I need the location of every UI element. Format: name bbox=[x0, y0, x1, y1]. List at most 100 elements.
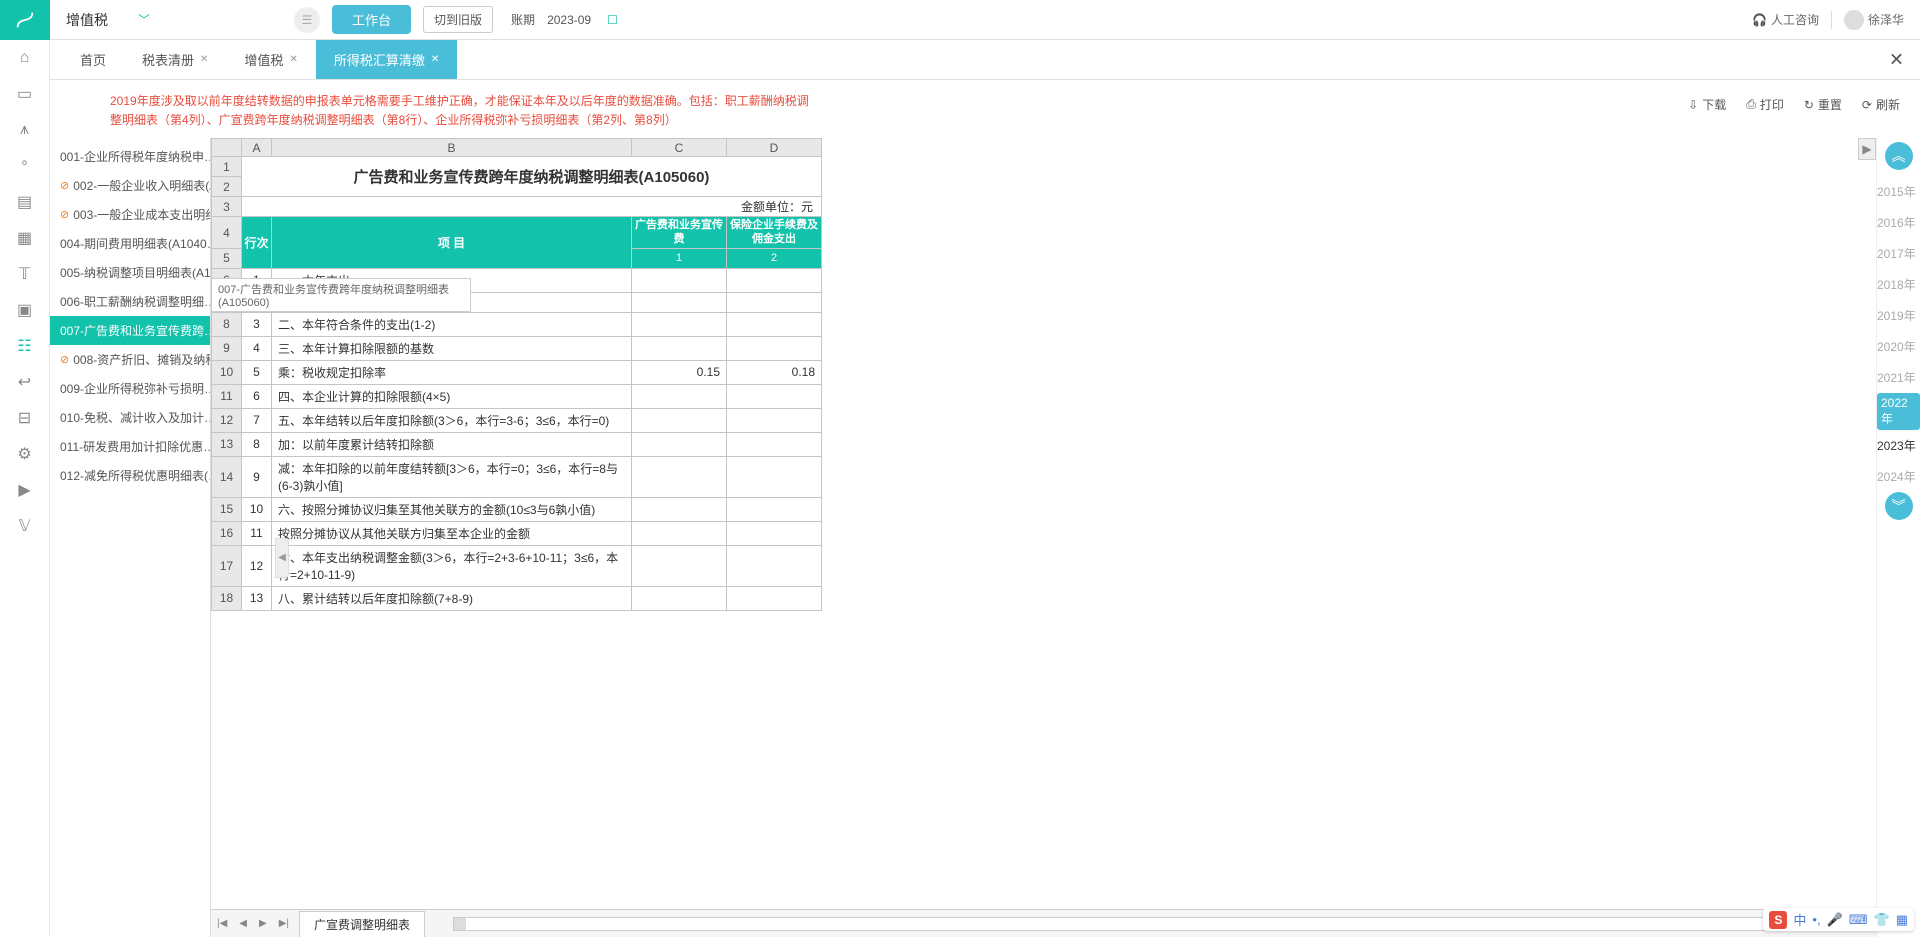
nav-tray-icon[interactable]: ⊟ bbox=[0, 400, 50, 436]
value-cell-c[interactable] bbox=[632, 384, 727, 408]
reset-button[interactable]: ↻重置 bbox=[1804, 96, 1842, 113]
form-list-item[interactable]: 007-广告费和业务宣传费跨… bbox=[50, 316, 210, 345]
ime-skin-icon[interactable]: 👕 bbox=[1874, 912, 1890, 928]
value-cell-d[interactable] bbox=[727, 586, 822, 610]
horizontal-scrollbar[interactable] bbox=[453, 917, 1868, 931]
refresh-button[interactable]: ⟳刷新 bbox=[1862, 96, 1900, 113]
value-cell-d[interactable] bbox=[727, 456, 822, 497]
ime-lang[interactable]: 中 bbox=[1793, 910, 1806, 929]
form-list-item[interactable]: 010-免税、减计收入及加计… bbox=[50, 403, 210, 432]
switch-old-button[interactable]: 切到旧版 bbox=[423, 6, 493, 33]
calendar-icon[interactable]: ☐ bbox=[607, 13, 618, 27]
year-item[interactable]: 2024年 bbox=[1877, 461, 1920, 492]
value-cell-c[interactable] bbox=[632, 545, 727, 586]
value-cell-c[interactable] bbox=[632, 268, 727, 292]
form-list-item[interactable]: 001-企业所得税年度纳税申… bbox=[50, 142, 210, 171]
row-header[interactable]: 14 bbox=[212, 456, 242, 497]
sheet-nav-next-icon[interactable]: ▶ bbox=[253, 918, 273, 929]
row-header[interactable]: 10 bbox=[212, 360, 242, 384]
form-list-item[interactable]: ⊘003-一般企业成本支出明细… bbox=[50, 200, 210, 229]
nav-home-icon[interactable]: ⌂ bbox=[0, 40, 50, 76]
form-list-item[interactable]: ⊘002-一般企业收入明细表(A… bbox=[50, 171, 210, 200]
value-cell-c[interactable] bbox=[632, 432, 727, 456]
period-value[interactable]: 2023-09 bbox=[547, 13, 591, 27]
row-header[interactable]: 9 bbox=[212, 336, 242, 360]
form-list-item[interactable]: 012-减免所得税优惠明细表(… bbox=[50, 461, 210, 490]
close-all-tabs-icon[interactable]: ✕ bbox=[1881, 45, 1912, 74]
round-menu-button[interactable]: ☰ bbox=[294, 7, 320, 33]
col-header-d[interactable]: D bbox=[727, 139, 822, 157]
sheet-tab[interactable]: 广宣费调整明细表 bbox=[299, 911, 425, 937]
module-dropdown-icon[interactable]: ﹀ bbox=[138, 11, 150, 28]
form-list-item[interactable]: 006-职工薪酬纳税调整明细… bbox=[50, 287, 210, 316]
year-item[interactable]: 2023年 bbox=[1877, 430, 1920, 461]
value-cell-c[interactable]: 0.15 bbox=[632, 360, 727, 384]
form-list-item[interactable]: ⊘008-资产折旧、摊销及纳税… bbox=[50, 345, 210, 374]
value-cell-c[interactable] bbox=[632, 456, 727, 497]
value-cell-d[interactable] bbox=[727, 384, 822, 408]
close-icon[interactable]: ✕ bbox=[289, 54, 297, 65]
collapse-handle[interactable]: ◀ bbox=[275, 538, 289, 578]
nav-v-icon[interactable]: 𝕍 bbox=[0, 508, 50, 544]
ime-punct-icon[interactable]: •, bbox=[1812, 912, 1820, 927]
year-item[interactable]: 2020年 bbox=[1877, 331, 1920, 362]
form-list-item[interactable]: 005-纳税调整项目明细表(A1… bbox=[50, 258, 210, 287]
row-header[interactable]: 16 bbox=[212, 521, 242, 545]
row-header[interactable]: 18 bbox=[212, 586, 242, 610]
nav-gear-icon[interactable]: ⚙ bbox=[0, 436, 50, 472]
year-item[interactable]: 2018年 bbox=[1877, 269, 1920, 300]
print-button[interactable]: ⎙打印 bbox=[1746, 96, 1784, 113]
row-header[interactable]: 2 bbox=[212, 177, 242, 197]
row-header[interactable]: 12 bbox=[212, 408, 242, 432]
nav-bag-icon[interactable]: ༚ bbox=[0, 148, 50, 184]
form-list-item[interactable]: 011-研发费用加计扣除优惠… bbox=[50, 432, 210, 461]
value-cell-d[interactable] bbox=[727, 432, 822, 456]
value-cell-c[interactable] bbox=[632, 408, 727, 432]
tab-income-tax[interactable]: 所得税汇算清缴✕ bbox=[316, 40, 457, 79]
ime-mic-icon[interactable]: 🎤 bbox=[1827, 912, 1843, 928]
nav-doc-icon[interactable]: ▭ bbox=[0, 76, 50, 112]
value-cell-c[interactable] bbox=[632, 521, 727, 545]
close-icon[interactable]: ✕ bbox=[431, 54, 439, 65]
spreadsheet[interactable]: A B C D 1广告费和业务宣传费跨年度纳税调整明细表(A105060) 2 … bbox=[211, 138, 822, 610]
row-header[interactable]: 15 bbox=[212, 497, 242, 521]
sheet-nav-last-icon[interactable]: ▶| bbox=[273, 918, 295, 929]
nav-form-icon[interactable]: ▦ bbox=[0, 220, 50, 256]
year-item[interactable]: 2016年 bbox=[1877, 207, 1920, 238]
nav-play-icon[interactable]: ▶ bbox=[0, 472, 50, 508]
row-header[interactable]: 13 bbox=[212, 432, 242, 456]
col-header-c[interactable]: C bbox=[632, 139, 727, 157]
year-up-icon[interactable]: ︽ bbox=[1885, 142, 1913, 170]
year-item[interactable]: 2015年 bbox=[1877, 176, 1920, 207]
value-cell-d[interactable] bbox=[727, 292, 822, 312]
value-cell-c[interactable] bbox=[632, 292, 727, 312]
ime-toolbar[interactable]: S 中 •, 🎤 ⌨ 👕 ▦ bbox=[1763, 908, 1914, 931]
nav-window-icon[interactable]: ▣ bbox=[0, 292, 50, 328]
value-cell-d[interactable] bbox=[727, 521, 822, 545]
value-cell-d[interactable] bbox=[727, 336, 822, 360]
col-header-b[interactable]: B bbox=[272, 139, 632, 157]
value-cell-d[interactable] bbox=[727, 497, 822, 521]
nav-stack-icon[interactable]: ☷ bbox=[0, 328, 50, 364]
row-header[interactable]: 3 bbox=[212, 197, 242, 217]
value-cell-d[interactable] bbox=[727, 545, 822, 586]
formula-bar[interactable]: 007-广告费和业务宣传费跨年度纳税调整明细表(A105060) bbox=[211, 278, 471, 312]
row-header[interactable]: 17 bbox=[212, 545, 242, 586]
year-item[interactable]: 2017年 bbox=[1877, 238, 1920, 269]
sheet-nav-prev-icon[interactable]: ◀ bbox=[233, 918, 253, 929]
value-cell-c[interactable] bbox=[632, 336, 727, 360]
user-menu[interactable]: 徐泽华 bbox=[1844, 10, 1904, 30]
form-list-item[interactable]: 004-期间费用明细表(A1040… bbox=[50, 229, 210, 258]
tab-home[interactable]: 首页 bbox=[62, 40, 124, 79]
tab-tax-list[interactable]: 税表清册✕ bbox=[124, 40, 226, 79]
corner-cell[interactable] bbox=[212, 139, 242, 157]
ime-toolbox-icon[interactable]: ▦ bbox=[1896, 912, 1908, 928]
ime-logo-icon[interactable]: S bbox=[1769, 911, 1787, 929]
tab-vat[interactable]: 增值税✕ bbox=[226, 40, 315, 79]
value-cell-c[interactable] bbox=[632, 497, 727, 521]
download-button[interactable]: ⇩下载 bbox=[1688, 96, 1726, 113]
value-cell-d[interactable]: 0.18 bbox=[727, 360, 822, 384]
close-icon[interactable]: ✕ bbox=[200, 54, 208, 65]
year-item[interactable]: 2021年 bbox=[1877, 362, 1920, 393]
year-down-icon[interactable]: ︾ bbox=[1885, 492, 1913, 520]
